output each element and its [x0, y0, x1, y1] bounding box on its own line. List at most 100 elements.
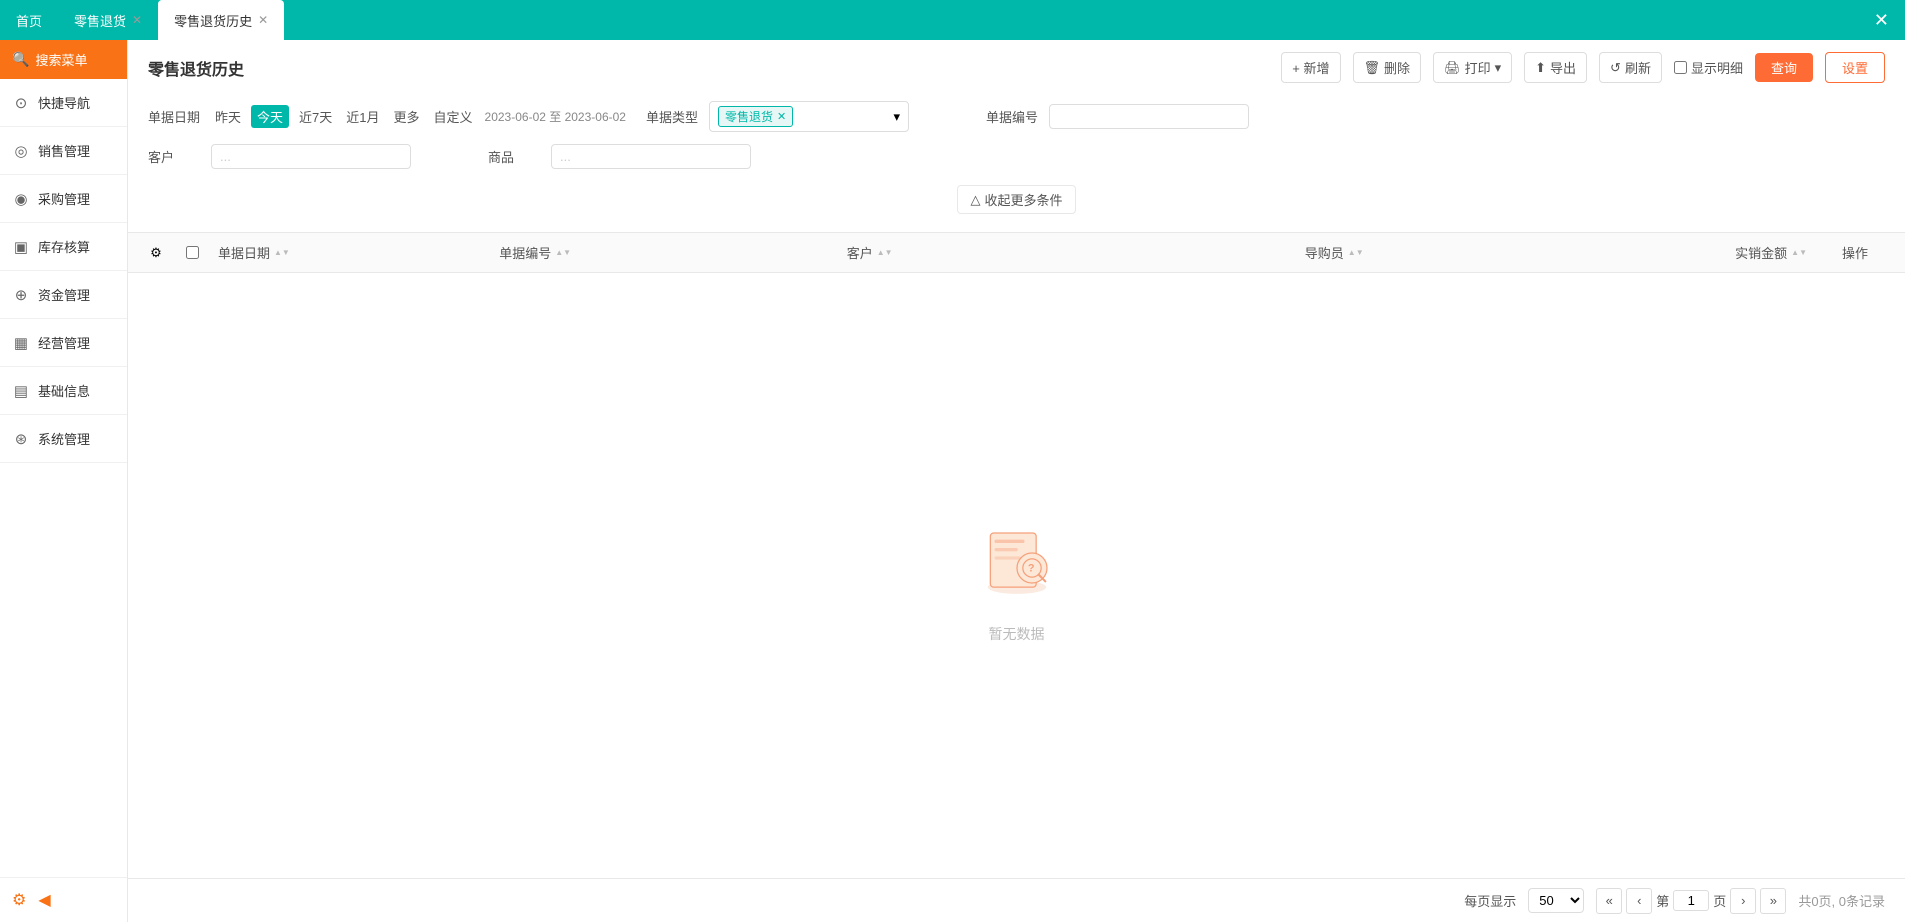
content-area: 零售退货历史 + 新增 🗑 删除 🖨 打印 ▾ ⬆ 导出: [128, 40, 1905, 922]
display-toggle-checkbox[interactable]: [1674, 61, 1687, 74]
sidebar-search[interactable]: 🔍 搜索菜单: [0, 40, 127, 79]
sidebar-item-operations[interactable]: ▦ 经营管理: [0, 319, 127, 367]
new-button[interactable]: + 新增: [1281, 52, 1340, 83]
search-icon: 🔍: [12, 51, 29, 68]
date-opt-1month[interactable]: 近1月: [342, 105, 383, 128]
sidebar-item-basic-info[interactable]: ▤ 基础信息: [0, 367, 127, 415]
query-button[interactable]: 查询: [1755, 53, 1813, 82]
svg-text:?: ?: [1027, 562, 1034, 574]
settings-icon: ⚙: [150, 245, 162, 261]
refresh-button[interactable]: ↺ 刷新: [1599, 52, 1662, 83]
date-opt-custom[interactable]: 自定义: [430, 105, 477, 128]
sidebar-item-sales[interactable]: ◎ 销售管理: [0, 127, 127, 175]
tab-bar: 首页 零售退货 ✕ 零售退货历史 ✕: [0, 0, 1874, 40]
window-close-button[interactable]: ✕: [1874, 10, 1905, 31]
customer-input[interactable]: [211, 144, 411, 169]
page-next-button[interactable]: ›: [1730, 888, 1756, 914]
setting-button[interactable]: 设置: [1825, 52, 1885, 83]
operations-icon: ▦: [12, 334, 30, 352]
goods-filter-label: 商品: [488, 147, 543, 166]
table-header: ⚙ 单据日期 ▲▼ 单据编号 ▲▼ 客户 ▲▼ 导购员: [128, 233, 1905, 273]
th-customer[interactable]: 客户 ▲▼: [839, 243, 1297, 262]
number-sort-icon: ▲▼: [555, 248, 571, 257]
customer-sort-icon: ▲▼: [877, 248, 893, 257]
th-settings[interactable]: ⚙: [138, 245, 174, 261]
system-icon: ⊛: [12, 430, 30, 448]
th-guide[interactable]: 导购员 ▲▼: [1297, 243, 1578, 262]
sidebar-item-inventory[interactable]: ▣ 库存核算: [0, 223, 127, 271]
type-tag-close[interactable]: ✕: [777, 110, 786, 123]
date-filter: 单据日期 昨天 今天 近7天 近1月 更多 自定义 2023-06-02 至 2…: [148, 105, 626, 128]
display-toggle[interactable]: 显示明细: [1674, 58, 1743, 77]
amount-sort-icon: ▲▼: [1791, 248, 1807, 257]
page-last-button[interactable]: »: [1760, 888, 1786, 914]
collapse-button[interactable]: △ 收起更多条件: [957, 185, 1075, 214]
page-number-input[interactable]: [1673, 890, 1709, 911]
empty-text: 暂无数据: [989, 624, 1045, 644]
sidebar-item-system[interactable]: ⊛ 系统管理: [0, 415, 127, 463]
page-prev-button[interactable]: ‹: [1626, 888, 1652, 914]
number-filter: 单据编号: [986, 104, 1306, 129]
page-header-top: 零售退货历史 + 新增 🗑 删除 🖨 打印 ▾ ⬆ 导出: [148, 52, 1885, 83]
type-select[interactable]: 零售退货 ✕ ▾: [709, 101, 909, 132]
filter-area: 单据日期 昨天 今天 近7天 近1月 更多 自定义 2023-06-02 至 2…: [148, 95, 1885, 232]
page-label: 第: [1656, 891, 1669, 910]
print-chevron-icon: ▾: [1495, 60, 1502, 76]
th-operation: 操作: [1815, 243, 1895, 262]
date-opt-yesterday[interactable]: 昨天: [211, 105, 245, 128]
page-title: 零售退货历史: [148, 56, 244, 80]
select-all-checkbox[interactable]: [186, 246, 199, 259]
table-area: ⚙ 单据日期 ▲▼ 单据编号 ▲▼ 客户 ▲▼ 导购员: [128, 233, 1905, 878]
sidebar-item-finance[interactable]: ⊕ 资金管理: [0, 271, 127, 319]
page-size-select[interactable]: 20 50 100: [1528, 888, 1584, 913]
page-header: 零售退货历史 + 新增 🗑 删除 🖨 打印 ▾ ⬆ 导出: [128, 40, 1905, 233]
filter-row-2: 客户 商品: [148, 138, 1885, 175]
pagination-buttons: « ‹ 第 页 › »: [1596, 888, 1786, 914]
sales-icon: ◎: [12, 142, 30, 160]
print-button[interactable]: 🖨 打印 ▾: [1433, 52, 1512, 83]
th-checkbox[interactable]: [174, 246, 210, 259]
number-input[interactable]: [1049, 104, 1249, 129]
delete-button[interactable]: 🗑 删除: [1353, 52, 1422, 83]
type-tag: 零售退货 ✕: [718, 106, 793, 127]
export-button[interactable]: ⬆ 导出: [1524, 52, 1587, 83]
tab-retail-return-history[interactable]: 零售退货历史 ✕: [158, 0, 284, 40]
refresh-icon: ↺: [1610, 60, 1621, 76]
tab-close-retail-return[interactable]: ✕: [132, 13, 142, 27]
th-date[interactable]: 单据日期 ▲▼: [210, 243, 491, 262]
empty-state: ? 暂无数据: [128, 273, 1905, 878]
type-select-chevron: ▾: [893, 109, 900, 125]
tab-home[interactable]: 首页: [0, 0, 58, 40]
basic-info-icon: ▤: [12, 382, 30, 400]
date-sort-icon: ▲▼: [274, 248, 290, 257]
date-opt-more[interactable]: 更多: [390, 105, 424, 128]
print-icon: 🖨: [1444, 60, 1461, 76]
date-range-text: 2023-06-02 至 2023-06-02: [485, 108, 626, 125]
date-options: 昨天 今天 近7天 近1月 更多 自定义: [211, 105, 477, 128]
goods-input[interactable]: [551, 144, 751, 169]
goods-filter: 商品: [488, 144, 808, 169]
page-unit-label: 页: [1713, 891, 1726, 910]
type-filter-label: 单据类型: [646, 107, 701, 126]
date-opt-today[interactable]: 今天: [251, 105, 289, 128]
customer-filter-label: 客户: [148, 147, 203, 166]
guide-sort-icon: ▲▼: [1348, 248, 1364, 257]
tab-retail-return[interactable]: 零售退货 ✕: [58, 0, 158, 40]
purchase-icon: ◉: [12, 190, 30, 208]
date-opt-7days[interactable]: 近7天: [295, 105, 336, 128]
export-icon: ⬆: [1535, 60, 1546, 76]
collapse-icon: △: [970, 192, 980, 208]
th-number[interactable]: 单据编号 ▲▼: [491, 243, 839, 262]
page-first-button[interactable]: «: [1596, 888, 1622, 914]
sidebar-item-purchase[interactable]: ◉ 采购管理: [0, 175, 127, 223]
sidebar-settings-icon[interactable]: ⚙: [12, 890, 26, 910]
table-footer: 每页显示 20 50 100 « ‹ 第 页 › » 共0页, 0条记录: [128, 878, 1905, 922]
tab-close-retail-return-history[interactable]: ✕: [258, 13, 268, 27]
sidebar-bottom: ⚙ ◀: [0, 877, 127, 922]
sidebar-item-quick-nav[interactable]: ⊙ 快捷导航: [0, 79, 127, 127]
customer-filter: 客户: [148, 144, 468, 169]
number-filter-label: 单据编号: [986, 107, 1041, 126]
sidebar-collapse-icon[interactable]: ◀: [38, 890, 50, 910]
inventory-icon: ▣: [12, 238, 30, 256]
th-amount[interactable]: 实销金额 ▲▼: [1578, 243, 1815, 262]
